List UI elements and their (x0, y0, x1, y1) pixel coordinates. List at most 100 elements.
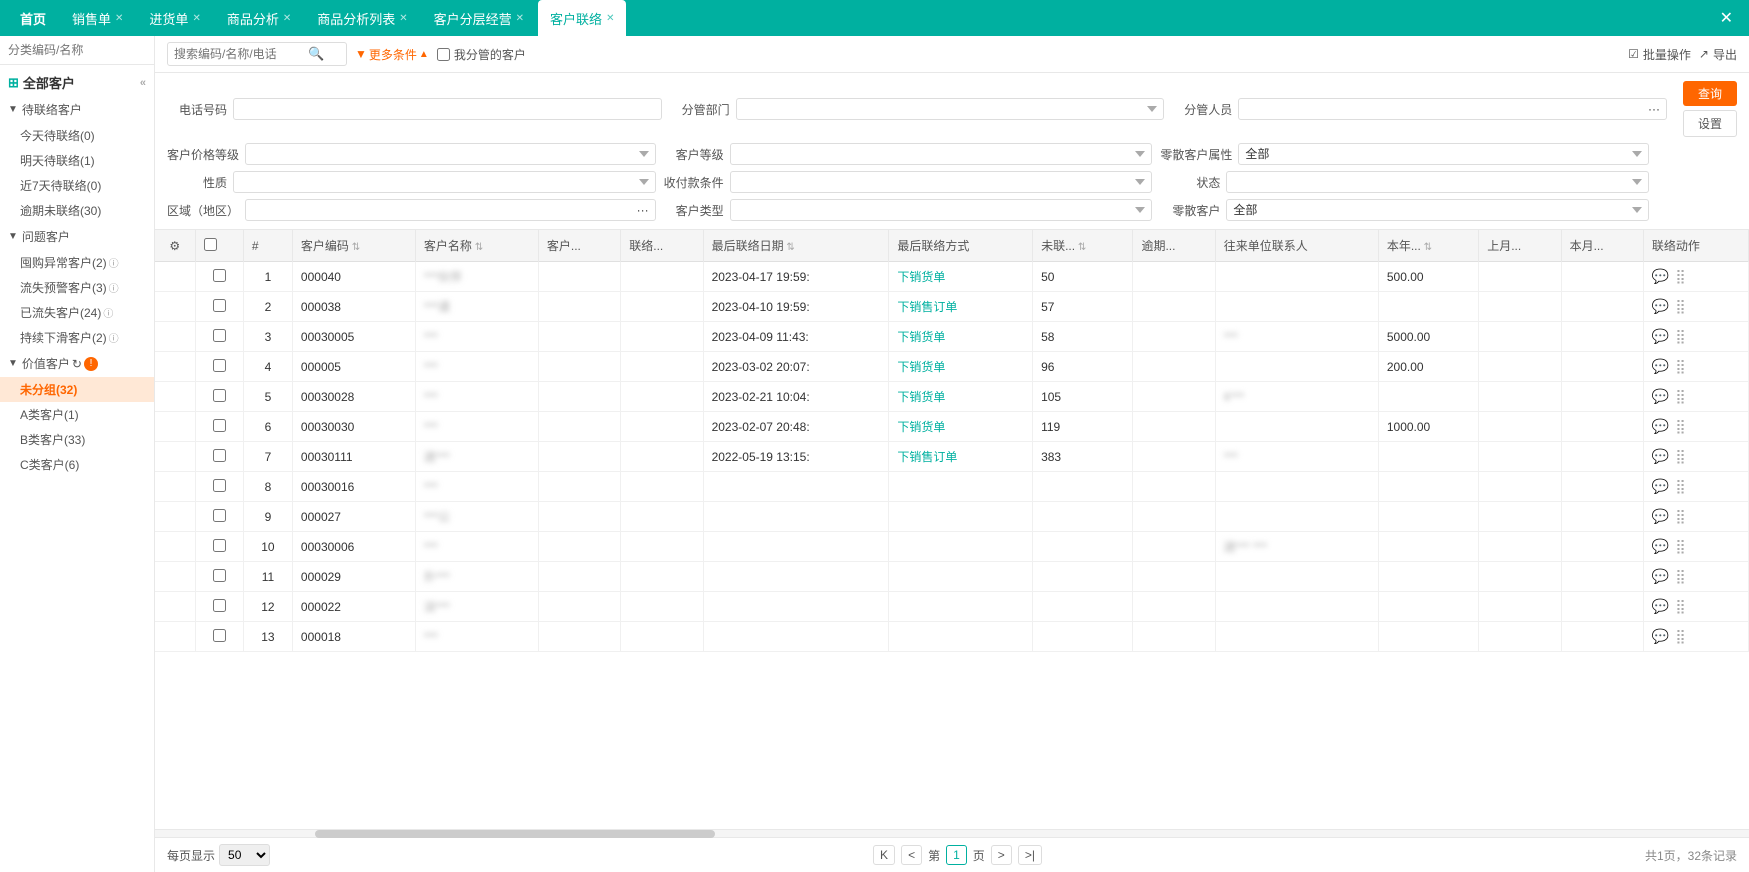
sidebar-item-b-class[interactable]: B类客户(33) (0, 427, 154, 452)
row-checkbox[interactable] (213, 389, 226, 402)
row-checkbox[interactable] (213, 299, 226, 312)
filter-nature-select[interactable] (233, 171, 656, 193)
more-icon[interactable]: ⣿ (1675, 538, 1685, 555)
next-page-btn[interactable]: > (991, 845, 1012, 865)
filter-dept-select[interactable] (736, 98, 1165, 120)
th-last-contact-date[interactable]: 最后联络日期 (703, 230, 889, 262)
filter-retail-attr-select[interactable]: 全部 (1238, 143, 1649, 165)
filter-phone-input[interactable] (233, 98, 662, 120)
row-checkbox[interactable] (213, 329, 226, 342)
more-icon[interactable]: ⣿ (1675, 298, 1685, 315)
contact-method-link[interactable]: 下销货单 (897, 270, 945, 284)
chat-icon[interactable]: 💬 (1652, 628, 1669, 645)
more-icon[interactable]: ⣿ (1675, 388, 1685, 405)
chat-icon[interactable]: 💬 (1652, 508, 1669, 525)
query-button[interactable]: 查询 (1683, 81, 1737, 106)
contact-method-link[interactable]: 下销货单 (897, 390, 945, 404)
my-customers-checkbox[interactable] (437, 48, 450, 61)
more-conditions-btn[interactable]: ▼ 更多条件 ▲ (355, 46, 429, 63)
more-icon[interactable]: ⣿ (1675, 508, 1685, 525)
more-icon[interactable]: ⣿ (1675, 628, 1685, 645)
more-icon[interactable]: ⣿ (1675, 448, 1685, 465)
chat-icon[interactable]: 💬 (1652, 268, 1669, 285)
nav-customer-tier[interactable]: 客户分层经营 ✕ (422, 0, 536, 36)
more-icon[interactable]: ⣿ (1675, 418, 1685, 435)
chat-icon[interactable]: 💬 (1652, 388, 1669, 405)
sidebar-item-declining[interactable]: 持续下滑客户(2) ⓘ (0, 325, 154, 350)
th-settings[interactable]: ⚙ (155, 230, 195, 262)
row-checkbox[interactable] (213, 509, 226, 522)
chat-icon[interactable]: 💬 (1652, 568, 1669, 585)
more-icon[interactable]: ⣿ (1675, 598, 1685, 615)
contact-method-link[interactable]: 下销货单 (897, 420, 945, 434)
sidebar-item-a-class[interactable]: A类客户(1) (0, 402, 154, 427)
nav-product-analysis[interactable]: 商品分析 ✕ (215, 0, 303, 36)
close-sales-order-icon[interactable]: ✕ (115, 13, 123, 24)
filter-customer-level-select[interactable] (730, 143, 1153, 165)
chat-icon[interactable]: 💬 (1652, 478, 1669, 495)
filter-region-input[interactable]: ··· (245, 199, 656, 221)
sidebar-item-abnormal[interactable]: 囤购异常客户(2) ⓘ (0, 250, 154, 275)
sidebar-group-pending[interactable]: ▼ 待联络客户 (0, 96, 154, 123)
sidebar-all-customers[interactable]: ⊞ 全部客户 « (0, 65, 154, 96)
chat-icon[interactable]: 💬 (1652, 328, 1669, 345)
sidebar-item-churned[interactable]: 已流失客户(24) ⓘ (0, 300, 154, 325)
sidebar-item-tomorrow-pending[interactable]: 明天待联络(1) (0, 148, 154, 173)
row-checkbox[interactable] (213, 449, 226, 462)
export-btn[interactable]: ↗ 导出 (1699, 46, 1737, 63)
chat-icon[interactable]: 💬 (1652, 538, 1669, 555)
reset-button[interactable]: 设置 (1683, 110, 1737, 137)
row-checkbox[interactable] (213, 599, 226, 612)
page-size-select[interactable]: 10 20 50 100 (219, 844, 270, 866)
filter-customer-type-select[interactable] (730, 199, 1153, 221)
row-checkbox[interactable] (213, 419, 226, 432)
close-product-analysis-list-icon[interactable]: ✕ (399, 13, 407, 24)
filter-price-level-select[interactable] (245, 143, 656, 165)
nav-customer-contact[interactable]: 客户联络 ✕ (538, 0, 626, 36)
contact-method-link[interactable]: 下销货单 (897, 330, 945, 344)
nav-purchase-order[interactable]: 进货单 ✕ (137, 0, 212, 36)
contact-method-link[interactable]: 下销货单 (897, 360, 945, 374)
chat-icon[interactable]: 💬 (1652, 598, 1669, 615)
sidebar-search-input[interactable] (8, 43, 155, 57)
th-this-year[interactable]: 本年... (1378, 230, 1478, 262)
row-checkbox[interactable] (213, 539, 226, 552)
more-icon[interactable]: ⣿ (1675, 268, 1685, 285)
window-close-button[interactable]: ✕ (1712, 8, 1741, 28)
sidebar-item-today-pending[interactable]: 今天待联络(0) (0, 123, 154, 148)
batch-operation-btn[interactable]: ☑ 批量操作 (1628, 46, 1691, 63)
last-page-btn[interactable]: >| (1018, 845, 1042, 865)
close-customer-contact-icon[interactable]: ✕ (606, 13, 614, 24)
more-icon[interactable]: ⣿ (1675, 478, 1685, 495)
chat-icon[interactable]: 💬 (1652, 448, 1669, 465)
more-icon[interactable]: ⣿ (1675, 358, 1685, 375)
contact-method-link[interactable]: 下销售订单 (897, 450, 957, 464)
th-customer-code[interactable]: 客户编码 (292, 230, 415, 262)
sidebar-item-churn-warning[interactable]: 流失预警客户(3) ⓘ (0, 275, 154, 300)
nav-sales-order[interactable]: 销售单 ✕ (60, 0, 135, 36)
main-search-icon[interactable]: 🔍 (308, 46, 324, 62)
horizontal-scrollbar[interactable] (155, 829, 1749, 837)
th-customer-name[interactable]: 客户名称 (415, 230, 538, 262)
contact-method-link[interactable]: 下销售订单 (897, 300, 957, 314)
sidebar-item-overdue[interactable]: 逾期未联络(30) (0, 198, 154, 223)
chat-icon[interactable]: 💬 (1652, 418, 1669, 435)
chat-icon[interactable]: 💬 (1652, 358, 1669, 375)
row-checkbox[interactable] (213, 569, 226, 582)
more-icon[interactable]: ⣿ (1675, 568, 1685, 585)
collapse-icon[interactable]: « (140, 77, 146, 89)
sidebar-group-problem[interactable]: ▼ 问题客户 (0, 223, 154, 250)
chat-icon[interactable]: 💬 (1652, 298, 1669, 315)
first-page-btn[interactable]: K (873, 845, 895, 865)
filter-retail-customer-select[interactable]: 全部 (1226, 199, 1649, 221)
nav-product-analysis-list[interactable]: 商品分析列表 ✕ (305, 0, 419, 36)
sidebar-item-ungrouped[interactable]: 未分组(32) (0, 377, 154, 402)
refresh-icon-value[interactable]: ↻ (72, 357, 82, 371)
prev-page-btn[interactable]: < (901, 845, 922, 865)
sidebar-item-c-class[interactable]: C类客户(6) (0, 452, 154, 477)
filter-manager-input[interactable]: ··· (1238, 98, 1667, 120)
close-product-analysis-icon[interactable]: ✕ (283, 13, 291, 24)
row-checkbox[interactable] (213, 479, 226, 492)
th-not-contacted[interactable]: 未联... (1033, 230, 1133, 262)
sidebar-item-7days-pending[interactable]: 近7天待联络(0) (0, 173, 154, 198)
